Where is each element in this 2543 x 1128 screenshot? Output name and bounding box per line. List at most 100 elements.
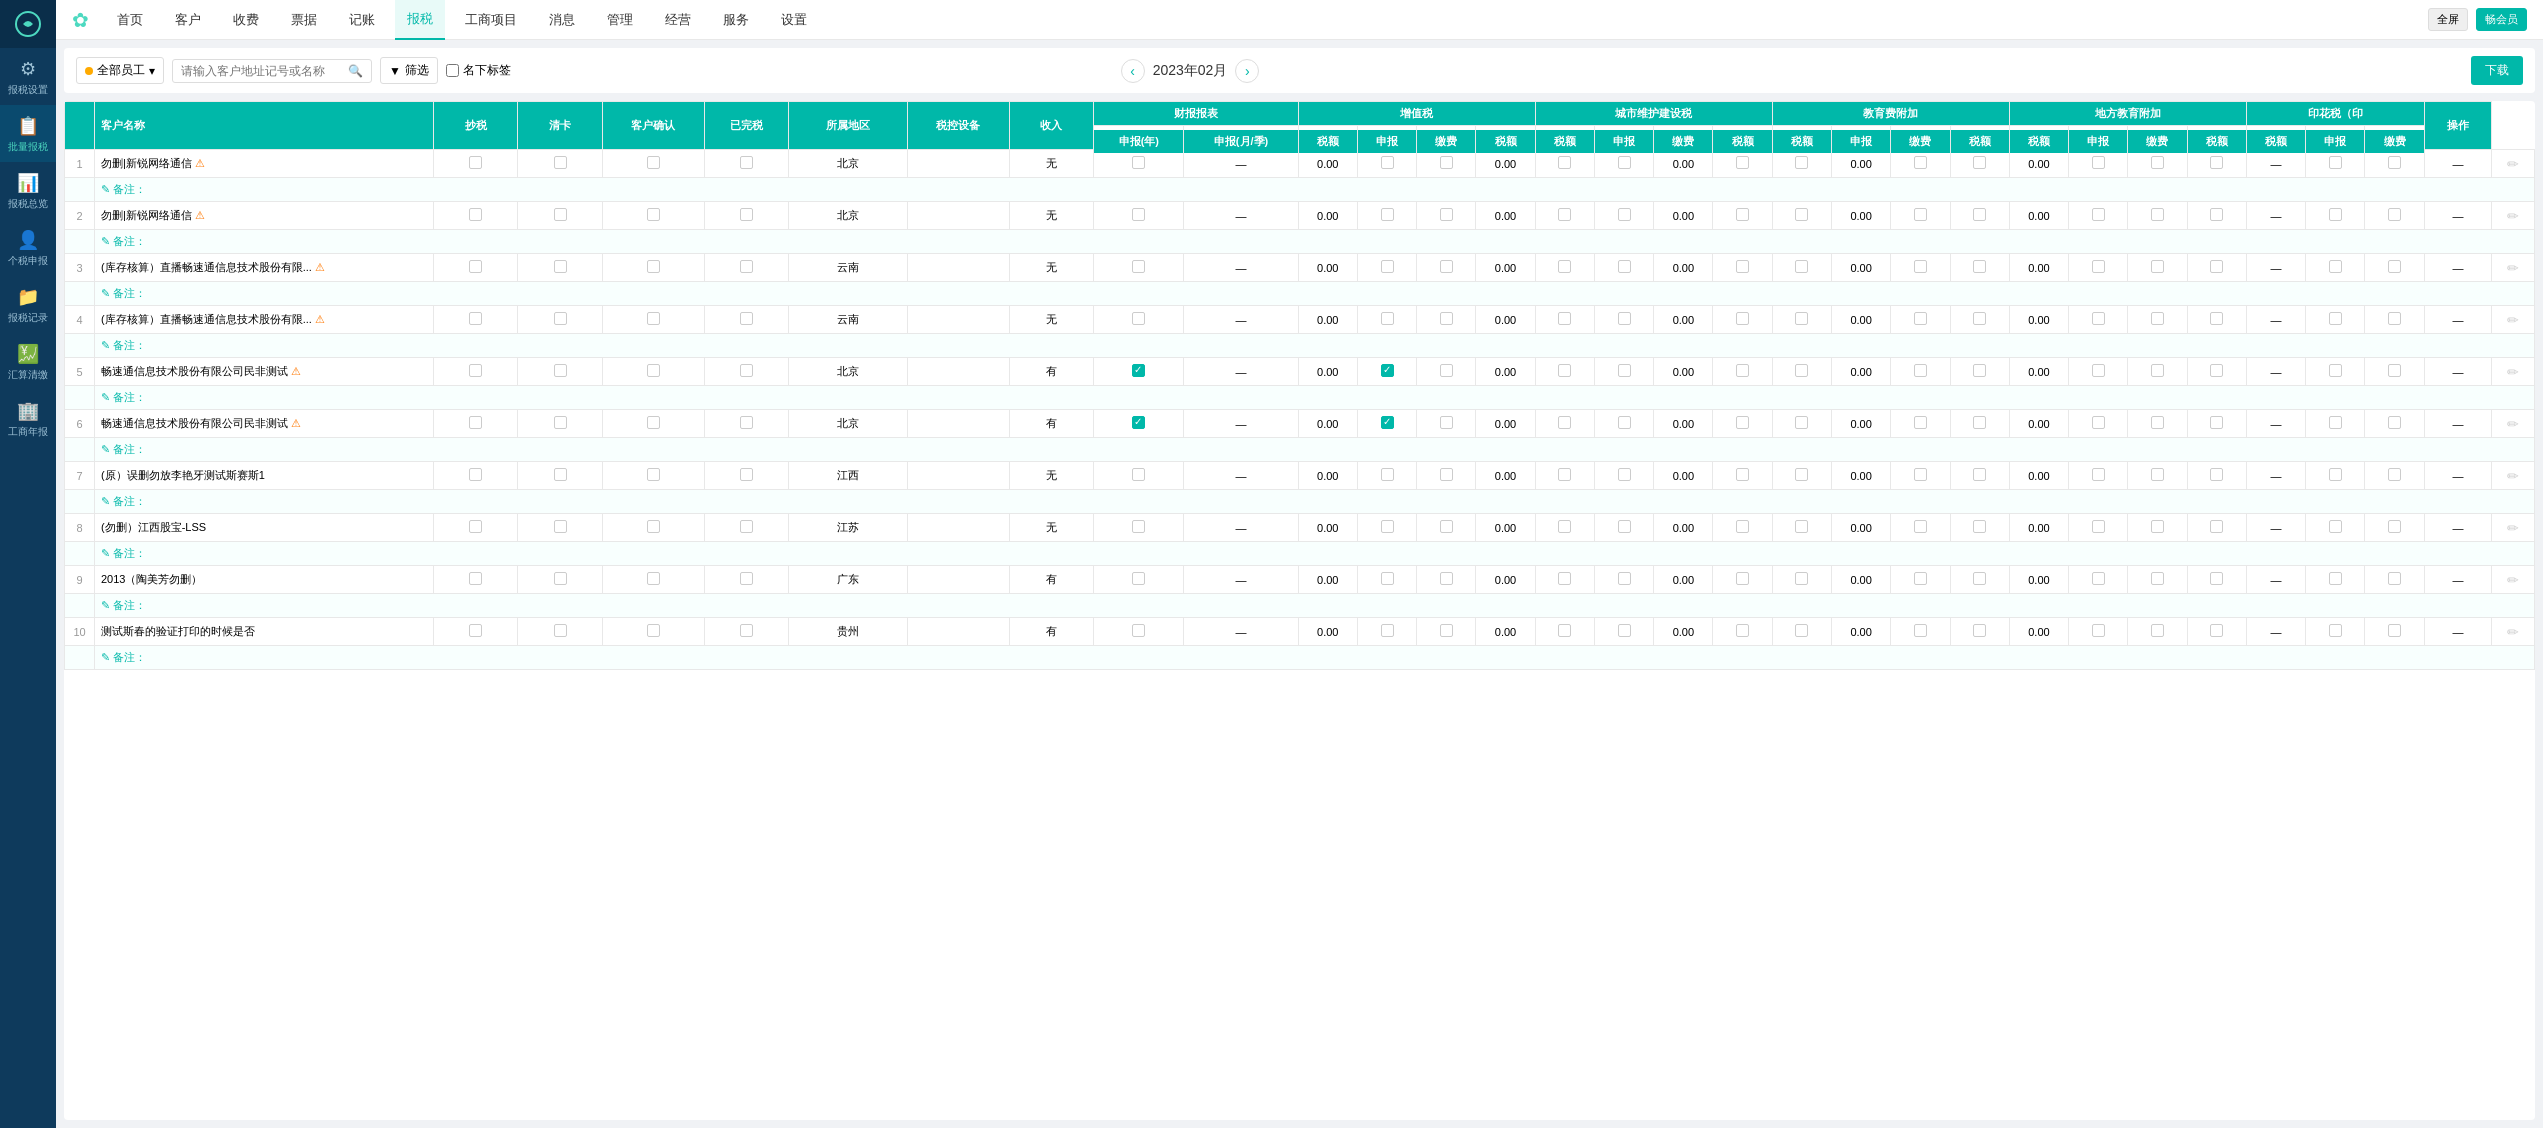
local-extra-checkbox[interactable] [2210, 468, 2223, 481]
urban-extra-checkbox[interactable] [1736, 624, 1749, 637]
stamp-declare-checkbox[interactable] [2329, 156, 2342, 169]
local-extra-cell[interactable] [2187, 462, 2246, 490]
financial-annual[interactable] [1094, 358, 1184, 386]
local-declare-checkbox[interactable] [2092, 468, 2105, 481]
edu-amount-checkbox[interactable] [1795, 312, 1808, 325]
vat-declare-cell[interactable] [1357, 358, 1416, 386]
vat-declare-cell[interactable] [1357, 566, 1416, 594]
edit-icon[interactable]: ✏ [2507, 572, 2519, 588]
edu-extra-cell[interactable] [1950, 462, 2009, 490]
local-pay-checkbox[interactable] [2151, 468, 2164, 481]
edu-amount-checkbox[interactable] [1795, 624, 1808, 637]
urban-extra-cell[interactable] [1713, 566, 1772, 594]
copy-tax-checkbox[interactable] [469, 468, 482, 481]
urban-extra-checkbox[interactable] [1736, 364, 1749, 377]
customer-confirm-checkbox[interactable] [647, 468, 660, 481]
urban-amount-checkbox[interactable] [1558, 364, 1571, 377]
local-pay-checkbox[interactable] [2151, 364, 2164, 377]
stamp-declare-cell[interactable] [2306, 462, 2365, 490]
nav-service[interactable]: 服务 [711, 0, 761, 40]
paid-tax-checkbox[interactable] [740, 624, 753, 637]
nav-operation[interactable]: 经营 [653, 0, 703, 40]
stamp-pay-cell[interactable] [2365, 358, 2424, 386]
local-declare-checkbox[interactable] [2092, 416, 2105, 429]
clear-card-cell[interactable] [518, 514, 603, 542]
employee-filter-select[interactable]: 全部员工 ▾ [76, 57, 164, 84]
stamp-declare-cell[interactable] [2306, 202, 2365, 230]
urban-extra-checkbox[interactable] [1736, 572, 1749, 585]
copy-tax-cell[interactable] [433, 202, 518, 230]
edit-icon[interactable]: ✏ [2507, 624, 2519, 640]
urban-declare-cell[interactable] [1594, 462, 1653, 490]
customer-confirm-checkbox[interactable] [647, 572, 660, 585]
urban-extra-checkbox[interactable] [1736, 156, 1749, 169]
clear-card-cell[interactable] [518, 150, 603, 178]
urban-extra-cell[interactable] [1713, 306, 1772, 334]
copy-tax-cell[interactable] [433, 566, 518, 594]
urban-amount-cell[interactable] [1535, 514, 1594, 542]
vat-pay-cell[interactable] [1417, 150, 1476, 178]
vat-pay-cell[interactable] [1417, 306, 1476, 334]
local-pay-cell[interactable] [2128, 410, 2187, 438]
urban-declare-checkbox[interactable] [1618, 468, 1631, 481]
urban-declare-checkbox[interactable] [1618, 416, 1631, 429]
edu-amount-cell[interactable] [1772, 358, 1831, 386]
local-declare-cell[interactable] [2069, 306, 2128, 334]
paid-tax-checkbox[interactable] [740, 364, 753, 377]
financial-annual[interactable] [1094, 254, 1184, 282]
local-pay-cell[interactable] [2128, 566, 2187, 594]
financial-annual[interactable] [1094, 306, 1184, 334]
stamp-declare-cell[interactable] [2306, 358, 2365, 386]
urban-extra-cell[interactable] [1713, 358, 1772, 386]
urban-extra-checkbox[interactable] [1736, 260, 1749, 273]
note-edit-icon[interactable]: ✎ [101, 443, 110, 455]
edu-pay-checkbox[interactable] [1914, 520, 1927, 533]
paid-tax-checkbox[interactable] [740, 468, 753, 481]
local-extra-cell[interactable] [2187, 358, 2246, 386]
paid-tax-checkbox[interactable] [740, 520, 753, 533]
customer-confirm-cell[interactable] [603, 306, 705, 334]
edu-pay-checkbox[interactable] [1914, 624, 1927, 637]
urban-extra-cell[interactable] [1713, 150, 1772, 178]
edu-extra-checkbox[interactable] [1973, 468, 1986, 481]
stamp-declare-cell[interactable] [2306, 254, 2365, 282]
vat-pay-checkbox[interactable] [1440, 208, 1453, 221]
urban-amount-checkbox[interactable] [1558, 416, 1571, 429]
vat-declare-checkbox[interactable] [1381, 208, 1394, 221]
local-pay-checkbox[interactable] [2151, 208, 2164, 221]
stamp-declare-cell[interactable] [2306, 566, 2365, 594]
edu-extra-cell[interactable] [1950, 514, 2009, 542]
local-pay-cell[interactable] [2128, 150, 2187, 178]
stamp-declare-checkbox[interactable] [2329, 364, 2342, 377]
urban-extra-cell[interactable] [1713, 202, 1772, 230]
vat-declare-checkbox[interactable] [1381, 260, 1394, 273]
copy-tax-cell[interactable] [433, 410, 518, 438]
paid-tax-checkbox[interactable] [740, 156, 753, 169]
edu-amount-checkbox[interactable] [1795, 572, 1808, 585]
edu-extra-cell[interactable] [1950, 618, 2009, 646]
urban-amount-checkbox[interactable] [1558, 156, 1571, 169]
customer-confirm-checkbox[interactable] [647, 416, 660, 429]
edu-amount-cell[interactable] [1772, 254, 1831, 282]
local-extra-cell[interactable] [2187, 150, 2246, 178]
stamp-pay-checkbox[interactable] [2388, 364, 2401, 377]
nav-billing[interactable]: 收费 [221, 0, 271, 40]
vat-declare-checkbox[interactable] [1381, 468, 1394, 481]
urban-extra-cell[interactable] [1713, 254, 1772, 282]
local-pay-checkbox[interactable] [2151, 520, 2164, 533]
customer-confirm-cell[interactable] [603, 202, 705, 230]
local-declare-checkbox[interactable] [2092, 312, 2105, 325]
edu-extra-cell[interactable] [1950, 150, 2009, 178]
filter-button[interactable]: ▼ 筛选 [380, 57, 438, 84]
fullscreen-btn[interactable]: 全屏 [2428, 8, 2468, 31]
local-declare-checkbox[interactable] [2092, 572, 2105, 585]
edu-pay-checkbox[interactable] [1914, 416, 1927, 429]
customer-confirm-checkbox[interactable] [647, 520, 660, 533]
paid-tax-cell[interactable] [704, 150, 789, 178]
stamp-pay-cell[interactable] [2365, 462, 2424, 490]
edu-amount-cell[interactable] [1772, 618, 1831, 646]
urban-declare-cell[interactable] [1594, 566, 1653, 594]
paid-tax-checkbox[interactable] [740, 416, 753, 429]
urban-amount-cell[interactable] [1535, 618, 1594, 646]
urban-amount-cell[interactable] [1535, 202, 1594, 230]
